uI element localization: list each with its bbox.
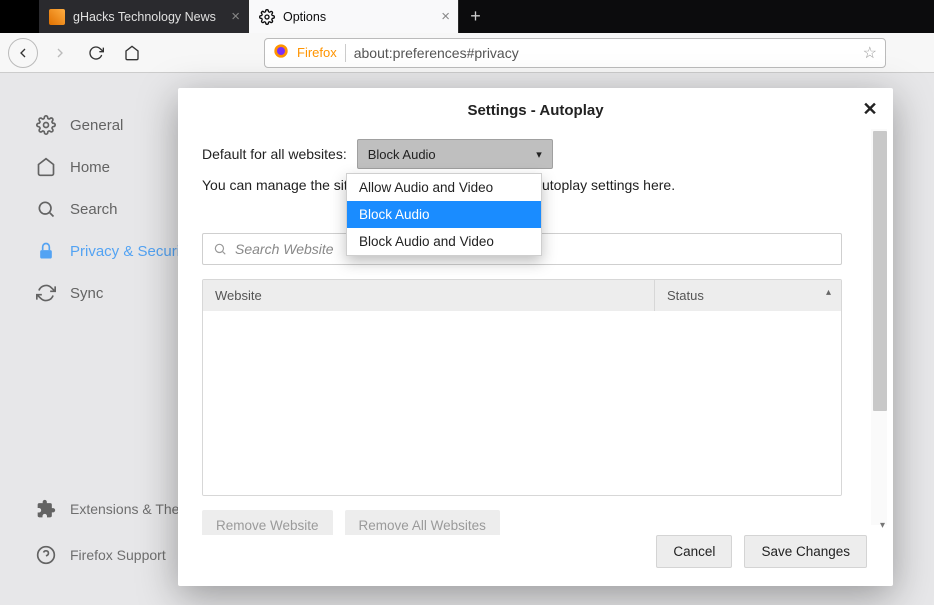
- sync-icon: [36, 283, 56, 303]
- home-button[interactable]: [118, 39, 146, 67]
- column-status[interactable]: Status ▴: [655, 280, 841, 311]
- ghacks-favicon-icon: [49, 9, 65, 25]
- url-text: about:preferences#privacy: [354, 45, 855, 61]
- autoplay-settings-dialog: Settings - Autoplay ✕ ▾ Default for all …: [178, 88, 893, 586]
- dialog-footer: Cancel Save Changes: [178, 535, 893, 586]
- back-button[interactable]: [8, 38, 38, 68]
- scrollbar-down-arrow-icon[interactable]: ▾: [880, 520, 885, 531]
- help-icon: [36, 545, 56, 565]
- dialog-title-text: Settings - Autoplay: [467, 102, 603, 119]
- dialog-body: ▾ Default for all websites: Block Audio …: [178, 129, 893, 535]
- website-exceptions-table: Website Status ▴: [202, 279, 842, 496]
- sidebar-item-label: Search: [70, 201, 118, 218]
- nav-toolbar: Firefox about:preferences#privacy ☆: [0, 33, 934, 73]
- gear-icon: [259, 9, 275, 25]
- table-body-empty: [203, 311, 841, 495]
- manage-sites-caption-lead: You can manage the sites: [202, 177, 363, 193]
- sidebar-item-label: Home: [70, 159, 110, 176]
- default-autoplay-select[interactable]: Block Audio ▾: [357, 139, 553, 169]
- tab-strip: gHacks Technology News × Options × +: [0, 0, 934, 33]
- dropdown-option-block-audio[interactable]: Block Audio: [347, 201, 541, 228]
- reload-button[interactable]: [82, 39, 110, 67]
- column-website[interactable]: Website: [203, 280, 655, 311]
- remove-website-button[interactable]: Remove Website: [202, 510, 333, 535]
- lock-icon: [36, 241, 56, 261]
- column-status-label: Status: [667, 288, 704, 303]
- url-scheme-label: Firefox: [297, 45, 337, 60]
- forward-button[interactable]: [46, 39, 74, 67]
- search-placeholder: Search Website: [235, 241, 334, 257]
- save-changes-button[interactable]: Save Changes: [744, 535, 867, 568]
- table-header-row: Website Status ▴: [203, 280, 841, 311]
- sidebar-item-label: Sync: [70, 285, 103, 302]
- window-system-block: [0, 0, 39, 33]
- tab-title: Options: [283, 10, 326, 24]
- sidebar-item-label: Firefox Support: [70, 547, 166, 563]
- url-divider: [345, 44, 346, 62]
- home-icon: [36, 157, 56, 177]
- manage-sites-caption: utoplay settings here.: [542, 177, 675, 193]
- dropdown-option-block-both[interactable]: Block Audio and Video: [347, 228, 541, 255]
- autoplay-dropdown-menu: Allow Audio and Video Block Audio Block …: [346, 173, 542, 256]
- sidebar-item-label: Privacy & Security: [70, 243, 192, 260]
- default-for-websites-label: Default for all websites:: [202, 146, 347, 162]
- remove-all-websites-button[interactable]: Remove All Websites: [345, 510, 500, 535]
- dialog-scrollbar-thumb[interactable]: [873, 131, 887, 411]
- close-tab-icon[interactable]: ×: [441, 8, 450, 25]
- bookmark-star-icon[interactable]: ☆: [863, 43, 877, 63]
- gear-icon: [36, 115, 56, 135]
- tab-ghacks[interactable]: gHacks Technology News ×: [39, 0, 249, 33]
- close-dialog-button[interactable]: ✕: [859, 98, 881, 120]
- tab-options[interactable]: Options ×: [249, 0, 459, 33]
- puzzle-icon: [36, 499, 56, 519]
- close-tab-icon[interactable]: ×: [231, 8, 240, 25]
- tab-title: gHacks Technology News: [73, 10, 216, 24]
- select-value: Block Audio: [368, 147, 436, 162]
- firefox-brand-icon: [273, 43, 289, 62]
- dialog-title: Settings - Autoplay ✕: [178, 88, 893, 129]
- chevron-down-icon: ▾: [536, 148, 542, 161]
- sort-indicator-icon: ▴: [826, 287, 831, 298]
- new-tab-button[interactable]: +: [459, 0, 492, 33]
- dropdown-option-allow[interactable]: Allow Audio and Video: [347, 174, 541, 201]
- search-icon: [36, 199, 56, 219]
- sidebar-item-label: General: [70, 117, 123, 134]
- search-icon: [213, 242, 227, 256]
- address-bar[interactable]: Firefox about:preferences#privacy ☆: [264, 38, 886, 68]
- cancel-button[interactable]: Cancel: [656, 535, 732, 568]
